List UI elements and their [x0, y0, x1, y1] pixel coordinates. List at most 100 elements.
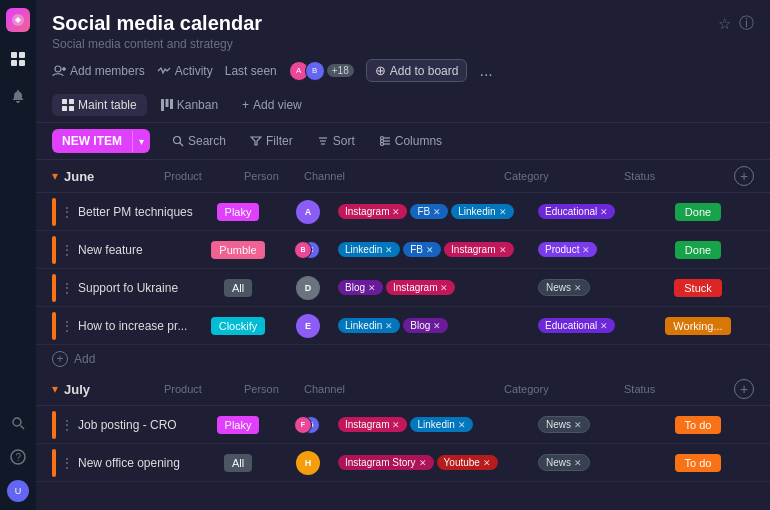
remove-tag-icon[interactable]: ✕: [385, 245, 393, 255]
row-menu-icon[interactable]: ⋮: [60, 318, 74, 334]
category-pill-news[interactable]: News ✕: [538, 416, 590, 433]
add-col-circle-icon-july[interactable]: +: [734, 379, 754, 399]
channel-pill-linkedin[interactable]: Linkedin ✕: [410, 417, 472, 432]
row-person: D: [278, 276, 338, 300]
product-pill[interactable]: Plaky: [217, 416, 260, 434]
product-pill[interactable]: Clockify: [211, 317, 266, 335]
remove-tag-icon[interactable]: ✕: [433, 321, 441, 331]
category-pill-educational[interactable]: Educational ✕: [538, 318, 615, 333]
remove-tag-icon[interactable]: ✕: [440, 283, 448, 293]
status-badge[interactable]: Stuck: [674, 279, 722, 297]
remove-tag-icon[interactable]: ✕: [574, 283, 582, 293]
row-category: Educational ✕: [538, 318, 658, 333]
status-badge[interactable]: To do: [675, 454, 722, 472]
add-column-button[interactable]: +: [734, 166, 754, 186]
row-menu-icon[interactable]: ⋮: [60, 455, 74, 471]
channel-pill-instagram[interactable]: Instagram ✕: [444, 242, 513, 257]
app-logo[interactable]: [6, 8, 30, 32]
remove-tag-icon[interactable]: ✕: [574, 458, 582, 468]
group-july-chevron[interactable]: ▾: [52, 382, 58, 396]
sidebar-help-icon[interactable]: ?: [7, 446, 29, 468]
add-col-circle-icon[interactable]: +: [734, 166, 754, 186]
tab-kanban[interactable]: Kanban: [151, 94, 228, 116]
channel-pill-instagram[interactable]: Instagram ✕: [338, 417, 407, 432]
category-pill-news[interactable]: News ✕: [538, 454, 590, 471]
channel-pill-blog[interactable]: Blog ✕: [338, 280, 383, 295]
row-name: New feature: [78, 243, 198, 257]
group-june-chevron[interactable]: ▾: [52, 169, 58, 183]
sidebar-home-icon[interactable]: [7, 48, 29, 70]
remove-tag-icon[interactable]: ✕: [368, 283, 376, 293]
add-to-board-button[interactable]: ⊕ Add to board: [366, 59, 468, 82]
sidebar-search-icon[interactable]: [7, 412, 29, 434]
status-badge[interactable]: Done: [675, 203, 721, 221]
remove-tag-icon[interactable]: ✕: [426, 245, 434, 255]
row-menu-icon[interactable]: ⋮: [60, 242, 74, 258]
filter-button[interactable]: Filter: [240, 130, 303, 152]
activity-button[interactable]: Activity: [157, 64, 213, 78]
remove-tag-icon[interactable]: ✕: [392, 420, 400, 430]
remove-tag-icon[interactable]: ✕: [385, 321, 393, 331]
remove-tag-icon[interactable]: ✕: [419, 458, 427, 468]
row-person: A: [278, 200, 338, 224]
category-pill-news[interactable]: News ✕: [538, 279, 590, 296]
remove-tag-icon[interactable]: ✕: [392, 207, 400, 217]
channel-pill-youtube[interactable]: Youtube ✕: [437, 455, 498, 470]
channel-pill-blog[interactable]: Blog ✕: [403, 318, 448, 333]
add-column-button-july[interactable]: +: [734, 379, 754, 399]
category-pill-educational[interactable]: Educational ✕: [538, 204, 615, 219]
row-channel: Blog ✕ Instagram ✕: [338, 280, 538, 295]
table-row: ⋮ New feature Pumble B C Linkedin ✕ FB ✕…: [36, 231, 770, 269]
remove-tag-icon[interactable]: ✕: [499, 245, 507, 255]
columns-button[interactable]: Columns: [369, 130, 452, 152]
svg-point-27: [380, 137, 383, 140]
more-options-button[interactable]: ...: [479, 62, 492, 80]
channel-pill-instagram[interactable]: Instagram ✕: [386, 280, 455, 295]
add-row-icon: +: [52, 351, 68, 367]
remove-tag-icon[interactable]: ✕: [600, 207, 608, 217]
table-wrapper: ▾ June Product Person Channel Category S…: [36, 160, 770, 510]
remove-tag-icon[interactable]: ✕: [600, 321, 608, 331]
new-item-button[interactable]: NEW ITEM ▾: [52, 129, 150, 153]
row-product: Plaky: [198, 203, 278, 221]
category-pill-product[interactable]: Product ✕: [538, 242, 597, 257]
remove-tag-icon[interactable]: ✕: [458, 420, 466, 430]
search-button[interactable]: Search: [162, 130, 236, 152]
remove-tag-icon[interactable]: ✕: [433, 207, 441, 217]
channel-pill-fb[interactable]: FB ✕: [410, 204, 448, 219]
channel-pill-linkedin[interactable]: Linkedin ✕: [338, 242, 400, 257]
remove-tag-icon[interactable]: ✕: [499, 207, 507, 217]
row-menu-icon[interactable]: ⋮: [60, 204, 74, 220]
add-row-june[interactable]: + Add: [36, 345, 770, 373]
channel-pill-linkedin[interactable]: Linkedin ✕: [338, 318, 400, 333]
remove-tag-icon[interactable]: ✕: [582, 245, 590, 255]
channel-pill-instagram[interactable]: Instagram ✕: [338, 204, 407, 219]
new-item-chevron-icon[interactable]: ▾: [132, 131, 150, 152]
channel-pill-linkedin[interactable]: Linkedin ✕: [451, 204, 513, 219]
sidebar-bell-icon[interactable]: [7, 86, 29, 108]
product-pill[interactable]: All: [224, 454, 252, 472]
last-seen-label: Last seen: [225, 64, 277, 78]
channel-pill-fb[interactable]: FB ✕: [403, 242, 441, 257]
person-avatar: D: [296, 276, 320, 300]
tab-main-table[interactable]: Maint table: [52, 94, 147, 116]
row-menu-icon[interactable]: ⋮: [60, 417, 74, 433]
product-pill[interactable]: Plaky: [217, 203, 260, 221]
product-pill[interactable]: All: [224, 279, 252, 297]
add-view-button[interactable]: + Add view: [232, 94, 312, 116]
remove-tag-icon[interactable]: ✕: [574, 420, 582, 430]
product-pill[interactable]: Pumble: [211, 241, 264, 259]
info-icon[interactable]: ⓘ: [739, 14, 754, 33]
add-members-button[interactable]: Add members: [52, 64, 145, 78]
row-menu-icon[interactable]: ⋮: [60, 280, 74, 296]
channel-pill-instagram-story[interactable]: Instagram Story ✕: [338, 455, 434, 470]
star-icon[interactable]: ☆: [718, 15, 731, 33]
remove-tag-icon[interactable]: ✕: [483, 458, 491, 468]
row-indicator: [52, 411, 56, 439]
sort-button[interactable]: Sort: [307, 130, 365, 152]
status-badge[interactable]: Working...: [665, 317, 730, 335]
status-badge[interactable]: To do: [675, 416, 722, 434]
user-avatar[interactable]: U: [7, 480, 29, 502]
row-name: Job posting - CRO: [78, 418, 198, 432]
status-badge[interactable]: Done: [675, 241, 721, 259]
